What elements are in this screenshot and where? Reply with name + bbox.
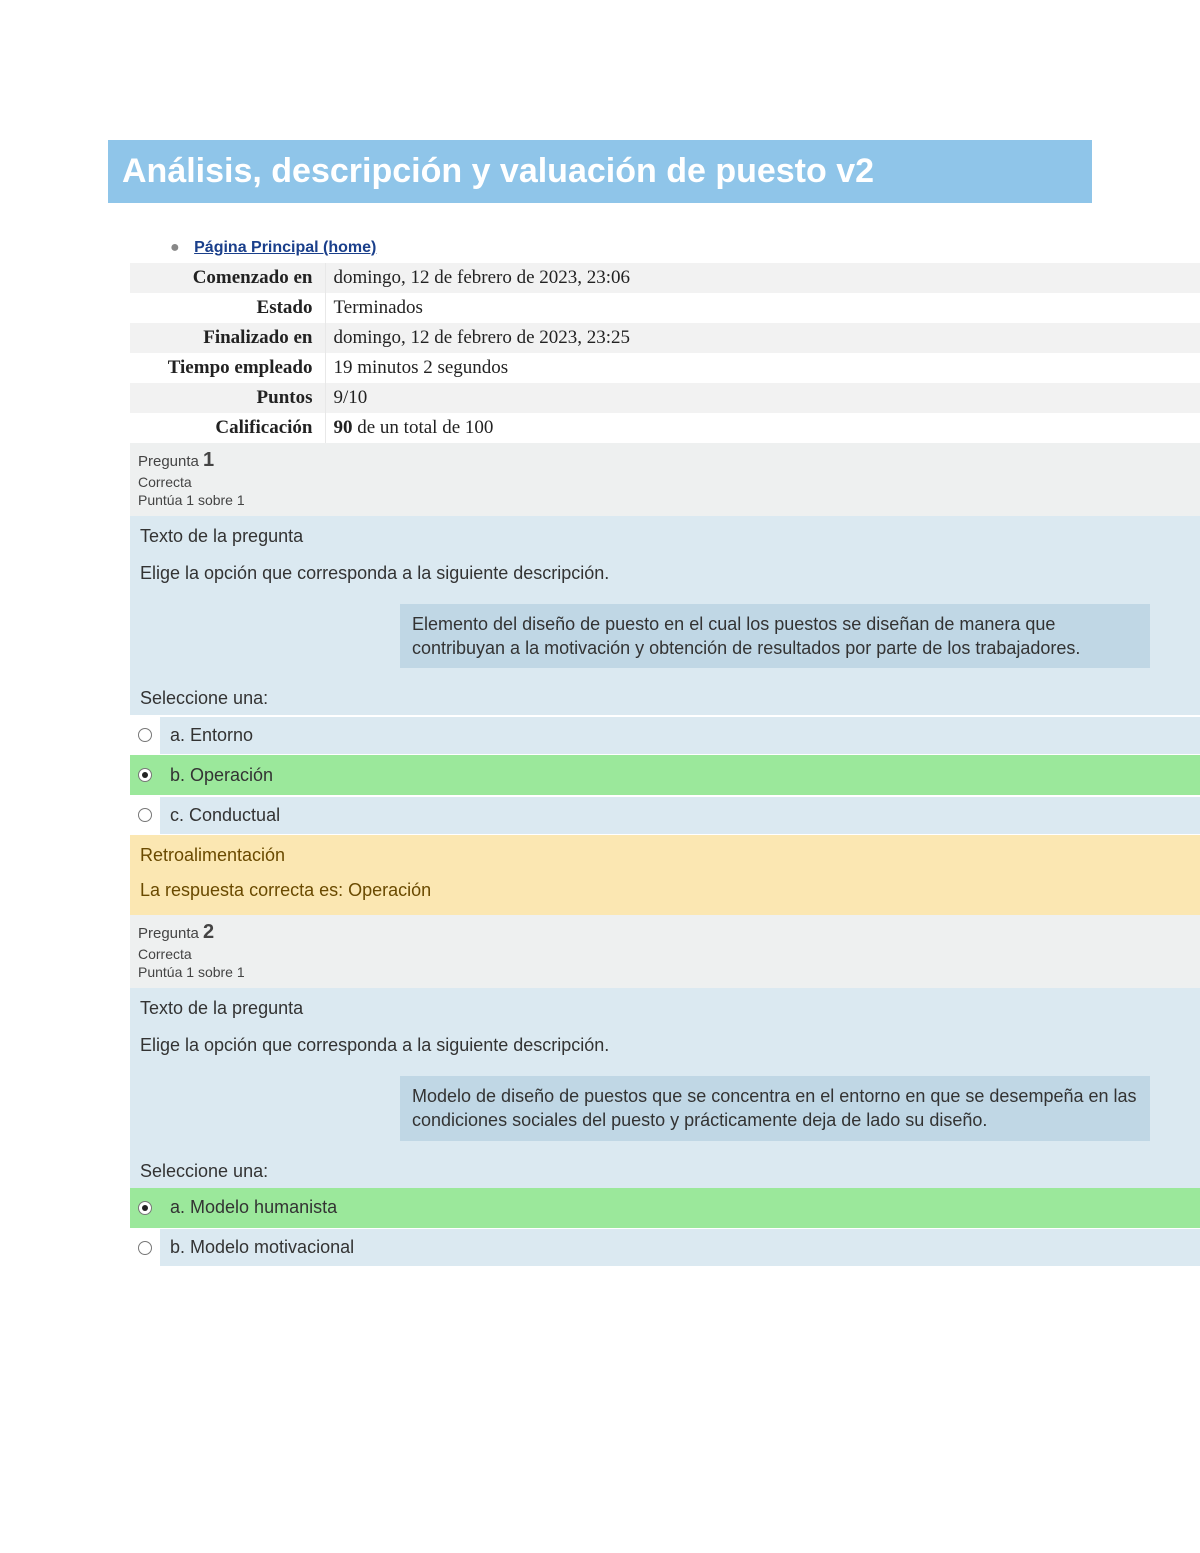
feedback-title: Retroalimentación (130, 835, 1200, 876)
select-one-label: Seleccione una: (130, 1153, 1200, 1188)
option-row[interactable]: b. Operación (130, 755, 1200, 795)
summary-value: 19 minutos 2 segundos (325, 353, 1200, 383)
option-letter: b. (170, 1237, 190, 1257)
summary-row: Finalizado endomingo, 12 de febrero de 2… (130, 323, 1200, 353)
summary-value: 9/10 (325, 383, 1200, 413)
question-description: Modelo de diseño de puestos que se conce… (400, 1076, 1150, 1141)
feedback-body: La respuesta correcta es: Operación (130, 876, 1200, 915)
question-score: Puntúa 1 sobre 1 (138, 964, 1192, 980)
option-text: Modelo humanista (190, 1197, 337, 1217)
option-letter: a. (170, 1197, 190, 1217)
option-letter: b. (170, 765, 190, 785)
option-row[interactable]: b. Modelo motivacional (130, 1228, 1200, 1268)
option-text: Operación (190, 765, 273, 785)
summary-row-grade: Calificación90 de un total de 100 (130, 413, 1200, 443)
radio-icon[interactable] (138, 808, 152, 822)
summary-row: Puntos9/10 (130, 383, 1200, 413)
option-text: Conductual (189, 805, 280, 825)
radio-icon[interactable] (138, 1201, 152, 1215)
breadcrumb-home-link[interactable]: Página Principal (home) (194, 239, 376, 256)
summary-row: Comenzado endomingo, 12 de febrero de 20… (130, 263, 1200, 293)
option-letter: a. (170, 725, 190, 745)
question-score: Puntúa 1 sobre 1 (138, 492, 1192, 508)
radio-cell[interactable] (130, 1188, 160, 1228)
option-text: Entorno (190, 725, 253, 745)
question-section-title: Texto de la pregunta (130, 516, 1200, 557)
radio-icon[interactable] (138, 1241, 152, 1255)
question-section-title: Texto de la pregunta (130, 988, 1200, 1029)
question-state: Correcta (138, 946, 1192, 962)
radio-cell[interactable] (130, 1228, 160, 1268)
option-letter: c. (170, 805, 189, 825)
question-header: Pregunta 1 Correcta Puntúa 1 sobre 1 (130, 443, 1200, 516)
radio-cell[interactable] (130, 755, 160, 795)
grade-number: 90 (334, 417, 353, 438)
summary-label: Comenzado en (130, 263, 325, 293)
option-label[interactable]: b. Modelo motivacional (160, 1229, 1200, 1266)
summary-row: EstadoTerminados (130, 293, 1200, 323)
option-label[interactable]: a. Modelo humanista (160, 1189, 1200, 1226)
question-header: Pregunta 2 Correcta Puntúa 1 sobre 1 (130, 915, 1200, 988)
option-row[interactable]: a. Entorno (130, 715, 1200, 755)
question-number: 1 (203, 449, 214, 471)
question-number: 2 (203, 921, 214, 943)
feedback-answer: Operación (348, 880, 431, 900)
option-label[interactable]: a. Entorno (160, 717, 1200, 754)
radio-icon[interactable] (138, 728, 152, 742)
summary-label: Calificación (130, 413, 325, 443)
summary-label: Finalizado en (130, 323, 325, 353)
radio-icon[interactable] (138, 768, 152, 782)
select-one-label: Seleccione una: (130, 680, 1200, 715)
summary-label: Puntos (130, 383, 325, 413)
radio-cell[interactable] (130, 715, 160, 755)
question-block: Pregunta 1 Correcta Puntúa 1 sobre 1 Texto … (130, 443, 1200, 916)
summary-grade-value: 90 de un total de 100 (325, 413, 1200, 443)
summary-value: domingo, 12 de febrero de 2023, 23:06 (325, 263, 1200, 293)
breadcrumb: ● Página Principal (home) (170, 239, 1200, 257)
option-text: Modelo motivacional (190, 1237, 354, 1257)
question-description-wrap: Modelo de diseño de puestos que se conce… (130, 1070, 1200, 1153)
question-block: Pregunta 2 Correcta Puntúa 1 sobre 1 Texto … (130, 915, 1200, 1268)
option-label[interactable]: b. Operación (160, 757, 1200, 794)
option-row[interactable]: a. Modelo humanista (130, 1188, 1200, 1228)
feedback-prefix: La respuesta correcta es: (140, 880, 348, 900)
question-label: Pregunta (138, 925, 203, 942)
question-state: Correcta (138, 474, 1192, 490)
option-row[interactable]: c. Conductual (130, 795, 1200, 835)
summary-label: Estado (130, 293, 325, 323)
summary-table: Comenzado endomingo, 12 de febrero de 20… (130, 263, 1200, 443)
question-label: Pregunta (138, 453, 203, 470)
page-title: Análisis, descripción y valuación de pue… (108, 140, 1092, 203)
bullet-icon: ● (170, 239, 180, 256)
summary-row: Tiempo empleado19 minutos 2 segundos (130, 353, 1200, 383)
grade-rest: de un total de 100 (353, 417, 494, 438)
option-label[interactable]: c. Conductual (160, 797, 1200, 834)
summary-value: domingo, 12 de febrero de 2023, 23:25 (325, 323, 1200, 353)
question-prompt: Elige la opción que corresponda a la sig… (130, 557, 1200, 598)
question-prompt: Elige la opción que corresponda a la sig… (130, 1029, 1200, 1070)
question-description-wrap: Elemento del diseño de puesto en el cual… (130, 598, 1200, 681)
question-description: Elemento del diseño de puesto en el cual… (400, 604, 1150, 669)
summary-value: Terminados (325, 293, 1200, 323)
summary-label: Tiempo empleado (130, 353, 325, 383)
radio-cell[interactable] (130, 795, 160, 835)
